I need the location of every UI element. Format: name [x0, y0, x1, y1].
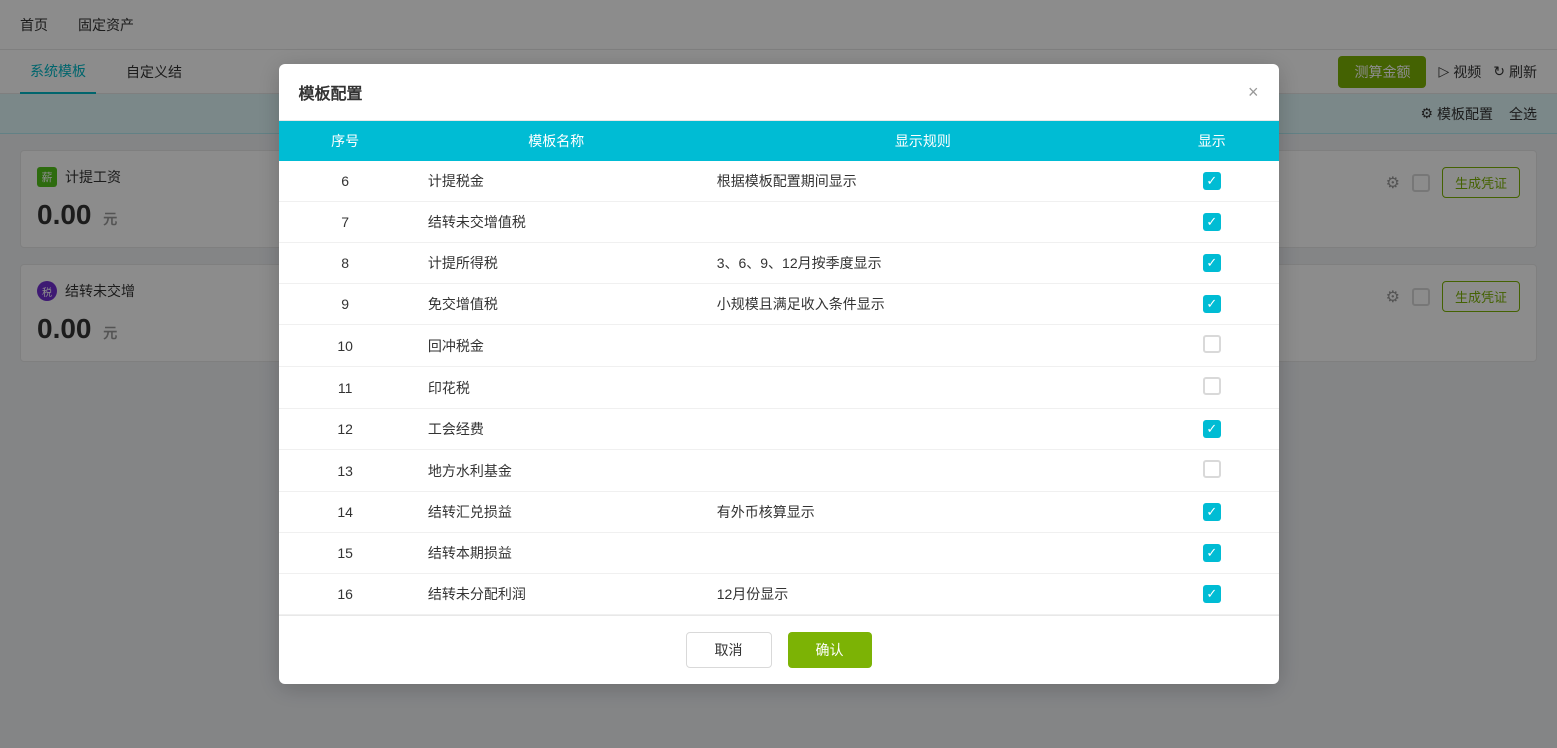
cell-checkbox: ✓ — [1145, 409, 1278, 450]
table-row: 13地方水利基金 — [279, 450, 1279, 492]
table-row: 12工会经费 ✓ — [279, 409, 1279, 450]
table-header: 序号 模板名称 显示规则 显示 — [279, 121, 1279, 161]
cell-rule — [701, 202, 1145, 243]
cell-index: 8 — [279, 243, 412, 284]
cell-checkbox: ✓ — [1145, 202, 1278, 243]
cell-index: 13 — [279, 450, 412, 492]
modal-footer: 取消 确认 — [279, 615, 1279, 684]
confirm-button[interactable]: 确认 — [788, 632, 872, 668]
col-name: 模板名称 — [412, 121, 701, 161]
cell-rule: 12月份显示 — [701, 574, 1145, 615]
table-row: 16结转未分配利润12月份显示 ✓ — [279, 574, 1279, 615]
checkbox-checked[interactable]: ✓ — [1203, 295, 1221, 313]
table-row: 10回冲税金 — [279, 325, 1279, 367]
cell-rule — [701, 325, 1145, 367]
cell-index: 11 — [279, 367, 412, 409]
checkbox-checked[interactable]: ✓ — [1203, 544, 1221, 562]
cell-checkbox — [1145, 367, 1278, 409]
cell-rule — [701, 409, 1145, 450]
cell-name: 结转未交增值税 — [412, 202, 701, 243]
cell-name: 计提所得税 — [412, 243, 701, 284]
cell-index: 14 — [279, 492, 412, 533]
cell-checkbox — [1145, 450, 1278, 492]
checkbox-checked[interactable]: ✓ — [1203, 503, 1221, 521]
cell-checkbox: ✓ — [1145, 284, 1278, 325]
table-row: 15结转本期损益 ✓ — [279, 533, 1279, 574]
cell-index: 10 — [279, 325, 412, 367]
checkbox-checked[interactable]: ✓ — [1203, 172, 1221, 190]
modal-template-config: 模板配置 × 序号 模板名称 显示规则 显示 6计提税金根据模板配置期间显示✓7… — [279, 64, 1279, 684]
checkbox-checked[interactable]: ✓ — [1203, 213, 1221, 231]
cell-name: 免交增值税 — [412, 284, 701, 325]
checkbox-unchecked[interactable] — [1203, 460, 1221, 478]
checkbox-unchecked[interactable] — [1203, 335, 1221, 353]
table-row: 7结转未交增值税 ✓ — [279, 202, 1279, 243]
cancel-button[interactable]: 取消 — [686, 632, 772, 668]
cell-name: 计提税金 — [412, 161, 701, 202]
cell-rule — [701, 367, 1145, 409]
cell-rule — [701, 450, 1145, 492]
checkbox-checked[interactable]: ✓ — [1203, 585, 1221, 603]
table-row: 11印花税 — [279, 367, 1279, 409]
cell-index: 15 — [279, 533, 412, 574]
cell-name: 地方水利基金 — [412, 450, 701, 492]
modal-overlay: 模板配置 × 序号 模板名称 显示规则 显示 6计提税金根据模板配置期间显示✓7… — [0, 0, 1557, 748]
cell-index: 16 — [279, 574, 412, 615]
cell-index: 12 — [279, 409, 412, 450]
checkbox-checked[interactable]: ✓ — [1203, 254, 1221, 272]
cell-name: 回冲税金 — [412, 325, 701, 367]
col-rule: 显示规则 — [701, 121, 1145, 161]
cell-checkbox: ✓ — [1145, 574, 1278, 615]
cell-rule — [701, 533, 1145, 574]
modal-title: 模板配置 — [299, 80, 363, 104]
config-table: 序号 模板名称 显示规则 显示 6计提税金根据模板配置期间显示✓7结转未交增值税… — [279, 121, 1279, 615]
cell-rule: 小规模且满足收入条件显示 — [701, 284, 1145, 325]
cell-checkbox: ✓ — [1145, 492, 1278, 533]
checkbox-checked[interactable]: ✓ — [1203, 420, 1221, 438]
modal-header: 模板配置 × — [279, 64, 1279, 121]
table-row: 8计提所得税3、6、9、12月按季度显示 ✓ — [279, 243, 1279, 284]
table-row: 14结转汇兑损益有外币核算显示 ✓ — [279, 492, 1279, 533]
table-body: 6计提税金根据模板配置期间显示✓7结转未交增值税✓8计提所得税3、6、9、12月… — [279, 161, 1279, 615]
table-row: 6计提税金根据模板配置期间显示 ✓ — [279, 161, 1279, 202]
cell-index: 6 — [279, 161, 412, 202]
modal-table-scroll: 序号 模板名称 显示规则 显示 6计提税金根据模板配置期间显示✓7结转未交增值税… — [279, 121, 1279, 615]
checkbox-unchecked[interactable] — [1203, 377, 1221, 395]
cell-name: 结转未分配利润 — [412, 574, 701, 615]
col-display: 显示 — [1145, 121, 1278, 161]
cell-checkbox: ✓ — [1145, 161, 1278, 202]
cell-rule: 3、6、9、12月按季度显示 — [701, 243, 1145, 284]
modal-close-button[interactable]: × — [1248, 82, 1259, 103]
cell-name: 结转汇兑损益 — [412, 492, 701, 533]
cell-checkbox — [1145, 325, 1278, 367]
cell-index: 9 — [279, 284, 412, 325]
cell-checkbox: ✓ — [1145, 533, 1278, 574]
cell-rule: 有外币核算显示 — [701, 492, 1145, 533]
col-index: 序号 — [279, 121, 412, 161]
cell-index: 7 — [279, 202, 412, 243]
cell-rule: 根据模板配置期间显示 — [701, 161, 1145, 202]
cell-name: 工会经费 — [412, 409, 701, 450]
cell-name: 结转本期损益 — [412, 533, 701, 574]
cell-checkbox: ✓ — [1145, 243, 1278, 284]
cell-name: 印花税 — [412, 367, 701, 409]
table-row: 9免交增值税小规模且满足收入条件显示 ✓ — [279, 284, 1279, 325]
